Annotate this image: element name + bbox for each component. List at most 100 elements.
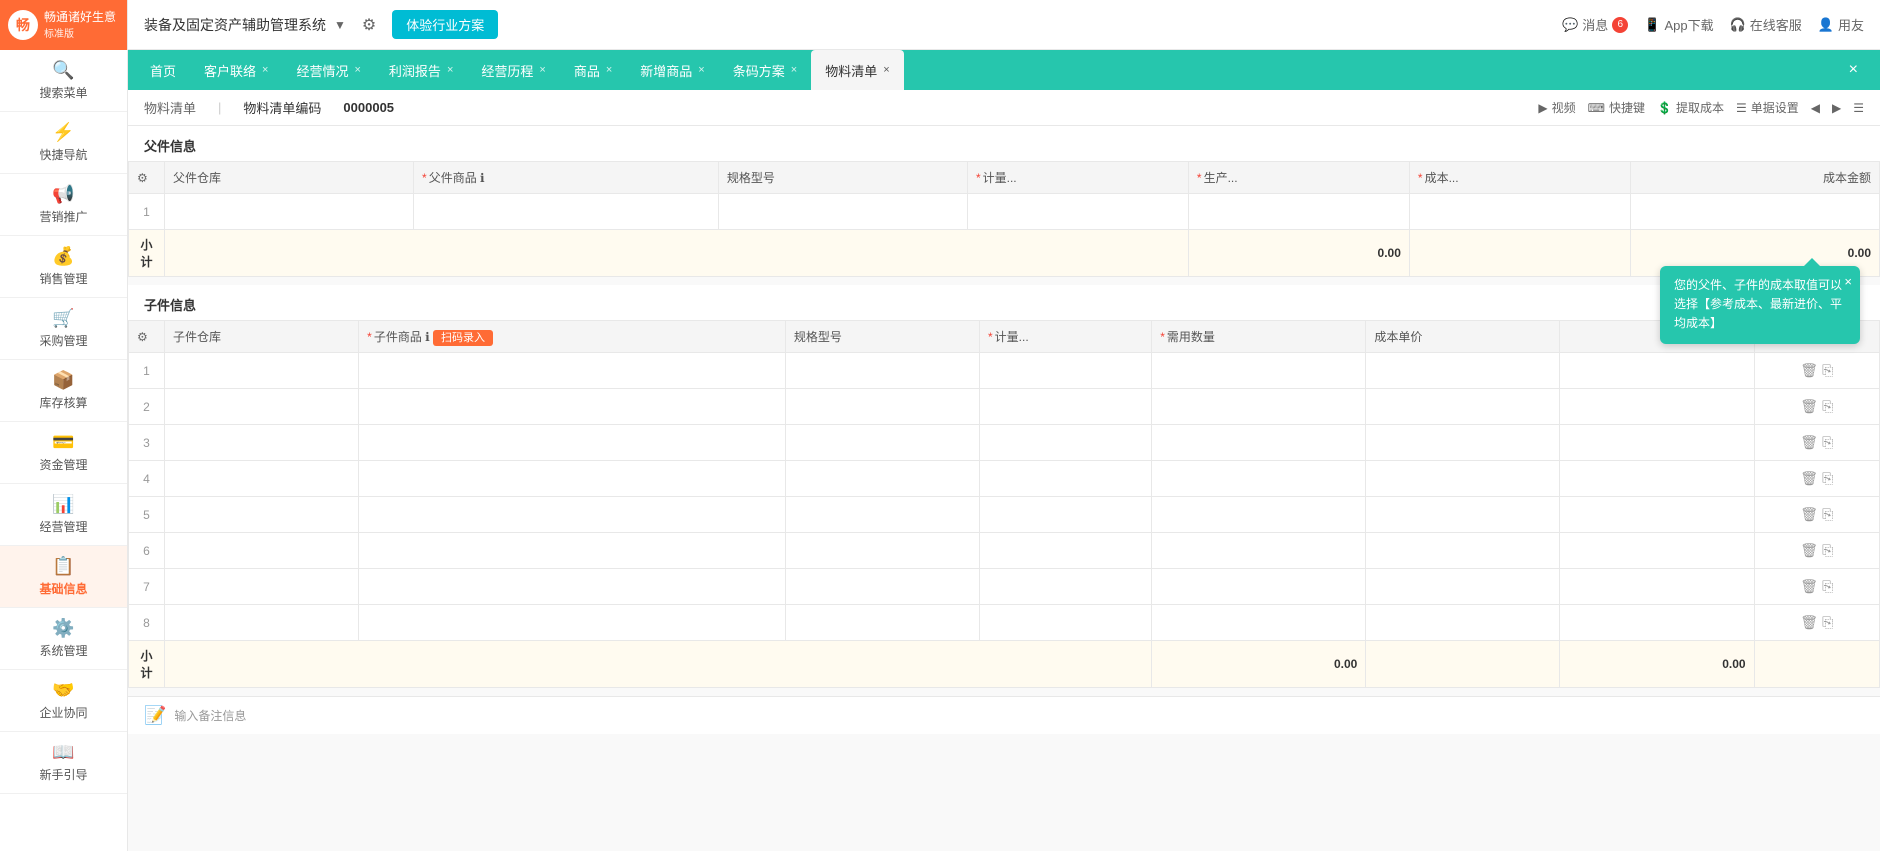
sidebar-item-sales[interactable]: 💰销售管理 (0, 236, 127, 298)
child-cell-spec-8[interactable] (785, 605, 979, 641)
nav-tab-profit[interactable]: 利润报告× (375, 50, 467, 90)
child-cell-qty-4[interactable] (1152, 461, 1366, 497)
child-cell-product-6[interactable] (359, 533, 786, 569)
child-cell-spec-3[interactable] (785, 425, 979, 461)
child-cell-warehouse-5[interactable] (165, 497, 359, 533)
child-cell-warehouse-6[interactable] (165, 533, 359, 569)
child-cell-product-4[interactable] (359, 461, 786, 497)
app-download-btn[interactable]: 📱 App下载 (1644, 15, 1713, 34)
tab-close-biz_history[interactable]: × (539, 64, 545, 76)
copy-btn-1[interactable]: ⎘ (1822, 362, 1833, 379)
nav-tab-operation_status[interactable]: 经营情况× (282, 50, 374, 90)
copy-btn-4[interactable]: ⎘ (1822, 470, 1833, 487)
child-cell-qty-1[interactable] (1152, 353, 1366, 389)
nav-next-btn[interactable]: ▶ (1832, 101, 1841, 115)
child-cell-unitcost-4[interactable] (1366, 461, 1560, 497)
table-settings-icon[interactable]: ⚙ (137, 171, 148, 185)
parent-cell-cost-1[interactable] (1409, 194, 1630, 230)
child-cell-warehouse-1[interactable] (165, 353, 359, 389)
sidebar-item-guide[interactable]: 📖新手引导 (0, 732, 127, 794)
nav-tab-customers[interactable]: 客户联络× (190, 50, 282, 90)
child-cell-amount-4[interactable] (1560, 461, 1754, 497)
child-cell-unitcost-6[interactable] (1366, 533, 1560, 569)
child-cell-unit-2[interactable] (980, 389, 1152, 425)
delete-btn-5[interactable]: 🗑 (1800, 506, 1818, 523)
child-cell-amount-1[interactable] (1560, 353, 1754, 389)
parent-cell-warehouse-1[interactable] (165, 194, 414, 230)
child-cell-qty-8[interactable] (1152, 605, 1366, 641)
child-cell-warehouse-3[interactable] (165, 425, 359, 461)
parent-cell-unit-1[interactable] (967, 194, 1188, 230)
child-cell-qty-5[interactable] (1152, 497, 1366, 533)
support-btn[interactable]: 🎧 在线客服 (1730, 15, 1802, 34)
trial-button[interactable]: 体验行业方案 (392, 10, 498, 39)
gear-icon[interactable]: ⚙ (362, 15, 376, 35)
child-cell-product-1[interactable] (359, 353, 786, 389)
child-cell-unitcost-8[interactable] (1366, 605, 1560, 641)
child-cell-product-2[interactable] (359, 389, 786, 425)
child-cell-amount-3[interactable] (1560, 425, 1754, 461)
delete-btn-1[interactable]: 🗑 (1800, 362, 1818, 379)
topbar-dropdown[interactable]: ▼ (334, 18, 346, 32)
child-cell-amount-6[interactable] (1560, 533, 1754, 569)
child-cell-unit-1[interactable] (980, 353, 1152, 389)
sidebar-item-operation[interactable]: 📊经营管理 (0, 484, 127, 546)
tab-close-bom[interactable]: × (883, 64, 889, 76)
child-cell-unitcost-1[interactable] (1366, 353, 1560, 389)
tab-close-barcode[interactable]: × (791, 64, 797, 76)
nav-tab-products[interactable]: 商品× (560, 50, 626, 90)
child-cell-unitcost-5[interactable] (1366, 497, 1560, 533)
user-btn[interactable]: 👤 用友 (1818, 15, 1864, 34)
child-cell-product-5[interactable] (359, 497, 786, 533)
sidebar-item-inventory[interactable]: 📦库存核算 (0, 360, 127, 422)
nav-tab-barcode[interactable]: 条码方案× (719, 50, 811, 90)
copy-btn-3[interactable]: ⎘ (1822, 434, 1833, 451)
delete-btn-6[interactable]: 🗑 (1800, 542, 1818, 559)
child-cell-warehouse-4[interactable] (165, 461, 359, 497)
nav-tab-bom[interactable]: 物料清单× (811, 50, 903, 90)
child-cell-unit-3[interactable] (980, 425, 1152, 461)
child-cell-spec-6[interactable] (785, 533, 979, 569)
parent-cell-product-1[interactable] (414, 194, 719, 230)
child-cell-warehouse-8[interactable] (165, 605, 359, 641)
copy-btn-6[interactable]: ⎘ (1822, 542, 1833, 559)
child-cell-qty-7[interactable] (1152, 569, 1366, 605)
tab-close-operation_status[interactable]: × (354, 64, 360, 76)
child-cell-warehouse-7[interactable] (165, 569, 359, 605)
sidebar-item-collab[interactable]: 🤝企业协同 (0, 670, 127, 732)
delete-btn-3[interactable]: 🗑 (1800, 434, 1818, 451)
child-cell-amount-7[interactable] (1560, 569, 1754, 605)
child-cell-qty-6[interactable] (1152, 533, 1366, 569)
copy-btn-2[interactable]: ⎘ (1822, 398, 1833, 415)
nav-tab-home[interactable]: 首页 (136, 50, 190, 90)
sidebar-item-quicknav[interactable]: ⚡快捷导航 (0, 112, 127, 174)
child-cell-unit-6[interactable] (980, 533, 1152, 569)
child-cell-product-7[interactable] (359, 569, 786, 605)
child-table-settings-icon[interactable]: ⚙ (137, 330, 148, 344)
delete-btn-4[interactable]: 🗑 (1800, 470, 1818, 487)
view-btn[interactable]: ▶ 视频 (1538, 99, 1575, 116)
scan-input-btn[interactable]: 扫码录入 (433, 330, 493, 346)
child-cell-unitcost-2[interactable] (1366, 389, 1560, 425)
child-cell-unit-8[interactable] (980, 605, 1152, 641)
copy-btn-7[interactable]: ⎘ (1822, 578, 1833, 595)
copy-btn-5[interactable]: ⎘ (1822, 506, 1833, 523)
child-cell-spec-7[interactable] (785, 569, 979, 605)
tab-close-new_product[interactable]: × (698, 64, 704, 76)
child-cell-product-8[interactable] (359, 605, 786, 641)
sidebar-item-marketing[interactable]: 📢营销推广 (0, 174, 127, 236)
child-cell-amount-2[interactable] (1560, 389, 1754, 425)
child-cell-amount-5[interactable] (1560, 497, 1754, 533)
copy-btn-8[interactable]: ⎘ (1822, 614, 1833, 631)
nav-tab-biz_history[interactable]: 经营历程× (467, 50, 559, 90)
child-cell-product-3[interactable] (359, 425, 786, 461)
tab-close-products[interactable]: × (606, 64, 612, 76)
child-cell-spec-5[interactable] (785, 497, 979, 533)
close-all-tabs-btn[interactable]: × (1835, 50, 1872, 90)
child-cell-warehouse-2[interactable] (165, 389, 359, 425)
child-cell-spec-4[interactable] (785, 461, 979, 497)
sidebar-item-finance[interactable]: 💳资金管理 (0, 422, 127, 484)
nav-tab-new_product[interactable]: 新增商品× (626, 50, 718, 90)
doc-settings-btn[interactable]: ☰ 单据设置 (1736, 99, 1799, 116)
tab-close-profit[interactable]: × (447, 64, 453, 76)
